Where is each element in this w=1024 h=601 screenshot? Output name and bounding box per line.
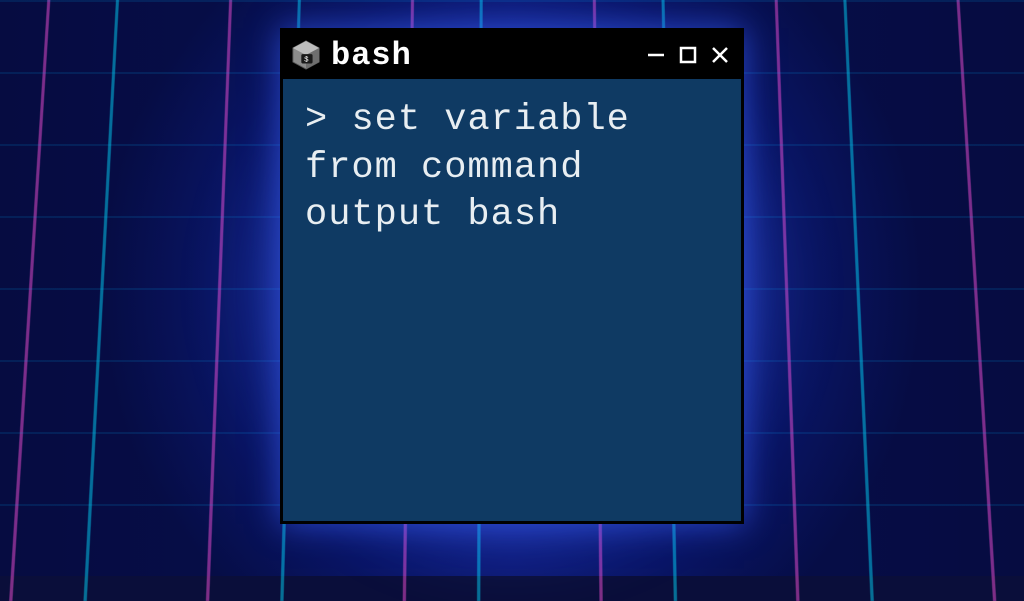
window-controls: [645, 44, 731, 66]
command-text: set variable from command output bash: [305, 99, 653, 236]
terminal-hex-icon: $: [291, 40, 321, 70]
prompt-symbol: >: [305, 99, 328, 141]
app-title: bash: [331, 37, 635, 74]
terminal-body[interactable]: > set variable from command output bash: [283, 79, 741, 521]
maximize-button[interactable]: [677, 44, 699, 66]
close-button[interactable]: [709, 44, 731, 66]
svg-text:$: $: [304, 57, 309, 65]
minimize-button[interactable]: [645, 44, 667, 66]
titlebar[interactable]: $ bash: [283, 31, 741, 79]
terminal-window: $ bash > set variable from command outpu…: [280, 28, 744, 524]
